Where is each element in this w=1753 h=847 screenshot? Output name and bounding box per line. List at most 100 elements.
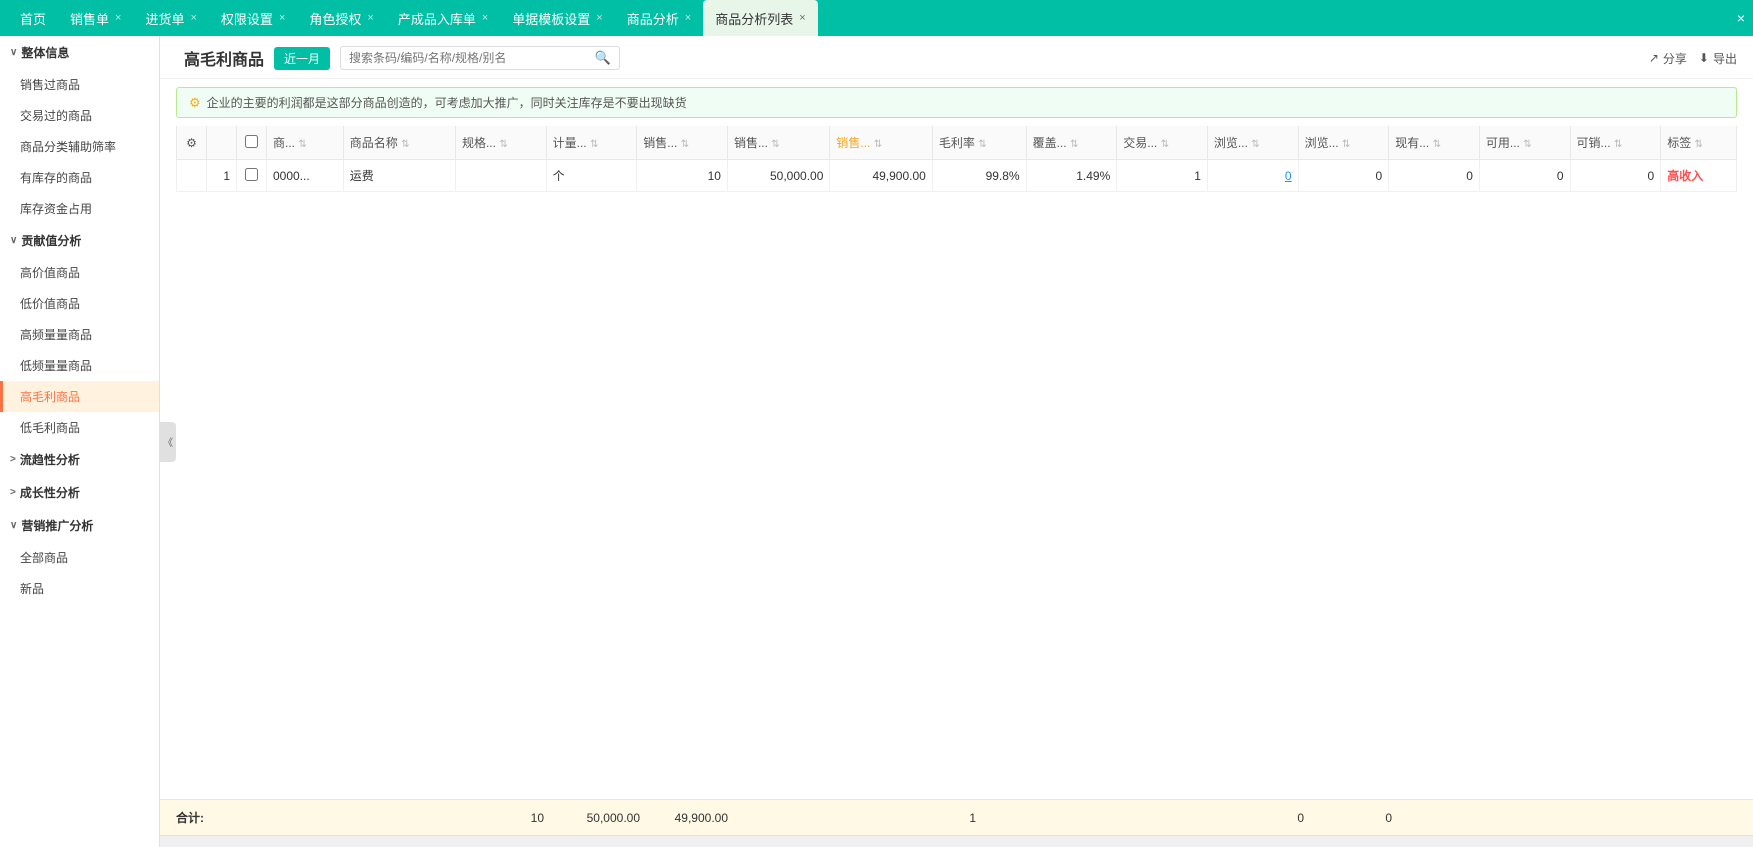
content-area: 《 高毛利商品 近一月 🔍 ↗ 分享 ⬇ 导出 ⚙ [160,36,1753,847]
sidebar-item-high-freq[interactable]: 高频量量商品 [0,319,159,350]
row-checkbox[interactable] [245,168,258,181]
col-browse1[interactable]: 浏览... ⇅ [1207,126,1298,160]
tab-products[interactable]: 产成品入库单 × [386,0,500,36]
col-code[interactable]: 商... ⇅ [267,126,344,160]
col-sales-amount[interactable]: 销售... ⇅ [727,126,829,160]
content-header: 高毛利商品 近一月 🔍 ↗ 分享 ⬇ 导出 [160,36,1753,79]
sidebar-item-new-goods[interactable]: 新品 [0,573,159,604]
close-all-tabs[interactable]: × [1737,10,1745,26]
col-unit[interactable]: 计量... ⇅ [546,126,637,160]
sidebar-item-low-value[interactable]: 低价值商品 [0,288,159,319]
sidebar-item-inventory-ratio[interactable]: 库存资金占用 [0,193,159,224]
sidebar-item-high-profit[interactable]: 高毛利商品 [0,381,159,412]
col-browse2[interactable]: 浏览... ⇅ [1298,126,1389,160]
sidebar-group-growth[interactable]: > 成长性分析 [0,476,159,509]
cell-saleable: 0 [1570,160,1661,192]
cell-current: 0 [1389,160,1480,192]
col-available[interactable]: 可用... ⇅ [1479,126,1570,160]
sidebar-item-inventory-goods[interactable]: 有库存的商品 [0,162,159,193]
footer-saleable: 0 [1312,811,1392,825]
tab-permissions[interactable]: 权限设置 × [209,0,297,36]
col-spec[interactable]: 规格... ⇅ [455,126,546,160]
tip-bar: ⚙ 企业的主要的利润都是这部分商品创造的，可考虑加大推广，同时关注库存是不要出现… [176,87,1737,118]
sidebar-item-all-goods[interactable]: 全部商品 [0,542,159,573]
cell-checkbox[interactable] [237,160,267,192]
close-tab-roles[interactable]: × [367,12,373,24]
arrow-overall: ∨ [10,47,17,58]
time-filter-button[interactable]: 近一月 [274,47,330,70]
cell-available: 0 [1479,160,1570,192]
select-all-checkbox[interactable] [245,135,258,148]
close-tab-products[interactable]: × [482,12,488,24]
search-icon[interactable]: 🔍 [595,50,611,66]
cell-coverage: 1.49% [1026,160,1117,192]
export-button[interactable]: ⬇ 导出 [1699,50,1737,67]
sidebar-collapse-button[interactable]: 《 [160,422,176,462]
col-settings[interactable]: ⚙ [177,126,207,160]
cell-sales-cost: 49,900.00 [830,160,932,192]
tab-roles[interactable]: 角色授权 × [297,0,385,36]
data-table-wrapper[interactable]: ⚙ 商... ⇅ 商品名称 ⇅ 规格... ⇅ 计量... ⇅ 销售... ⇅ … [176,126,1737,799]
arrow-financial: ∨ [10,235,17,246]
cell-browse2: 0 [1298,160,1389,192]
cell-sales-qty: 10 [637,160,728,192]
sidebar-group-financial[interactable]: ∨ 贡献值分析 [0,224,159,257]
search-input[interactable] [349,51,595,65]
sidebar-item-traded-goods[interactable]: 交易过的商品 [0,100,159,131]
col-coverage[interactable]: 覆盖... ⇅ [1026,126,1117,160]
close-tab-permissions[interactable]: × [279,12,285,24]
close-tab-analysis[interactable]: × [685,12,691,24]
search-box: 🔍 [340,46,620,70]
footer-sales-cost: 49,900.00 [648,811,728,825]
close-tab-analysis-list[interactable]: × [799,12,805,24]
col-sales-qty[interactable]: 销售... ⇅ [637,126,728,160]
tab-purchase[interactable]: 进货单 × [133,0,208,36]
sidebar-item-high-value[interactable]: 高价值商品 [0,257,159,288]
data-table: ⚙ 商... ⇅ 商品名称 ⇅ 规格... ⇅ 计量... ⇅ 销售... ⇅ … [176,126,1737,192]
cell-sales-amount: 50,000.00 [727,160,829,192]
table-header-row: ⚙ 商... ⇅ 商品名称 ⇅ 规格... ⇅ 计量... ⇅ 销售... ⇅ … [177,126,1737,160]
close-tab-sales[interactable]: × [115,12,121,24]
sidebar-group-marketing[interactable]: ∨ 营销推广分析 [0,509,159,542]
col-current[interactable]: 现有... ⇅ [1389,126,1480,160]
col-checkbox[interactable] [237,126,267,160]
cell-tag: 高收入 [1661,160,1737,192]
tab-templates[interactable]: 单据模板设置 × [500,0,614,36]
header-actions: ↗ 分享 ⬇ 导出 [1649,50,1737,67]
table-row: 1 0000... 运费 个 10 50,000.00 49,900.00 99… [177,160,1737,192]
tab-analysis[interactable]: 商品分析 × [615,0,703,36]
sidebar-item-low-profit[interactable]: 低毛利商品 [0,412,159,443]
sidebar-item-sales-goods[interactable]: 销售过商品 [0,69,159,100]
cell-spec [455,160,546,192]
col-gross-margin[interactable]: 毛利率 ⇅ [932,126,1026,160]
cell-rownum: 1 [207,160,237,192]
cell-code: 0000... [267,160,344,192]
col-saleable[interactable]: 可销... ⇅ [1570,126,1661,160]
cell-browse1[interactable]: 0 [1207,160,1298,192]
tab-home[interactable]: 首页 [8,0,58,36]
tab-sales[interactable]: 销售单 × [58,0,133,36]
col-transactions[interactable]: 交易... ⇅ [1117,126,1208,160]
col-sales-cost[interactable]: 销售... ⇅ [830,126,932,160]
top-nav: 首页 销售单 × 进货单 × 权限设置 × 角色授权 × 产成品入库单 × 单据… [0,0,1753,36]
tab-analysis-list[interactable]: 商品分析列表 × [703,0,817,36]
share-button[interactable]: ↗ 分享 [1649,50,1687,67]
cell-unit: 个 [546,160,637,192]
cell-gross-margin: 99.8% [932,160,1026,192]
sidebar-group-trend[interactable]: > 流趋性分析 [0,443,159,476]
footer-summary: 合计: 10 50,000.00 49,900.00 1 0 0 [160,799,1753,835]
footer-available: 0 [1224,811,1304,825]
sidebar-item-goods-analysis[interactable]: 商品分类辅助筛率 [0,131,159,162]
page-title: 高毛利商品 [184,46,264,70]
footer-sales-amount: 50,000.00 [560,811,640,825]
cell-transactions: 1 [1117,160,1208,192]
sidebar-item-low-freq[interactable]: 低频量量商品 [0,350,159,381]
close-tab-templates[interactable]: × [596,12,602,24]
horizontal-scrollbar[interactable] [160,835,1753,847]
col-tag[interactable]: 标签 ⇅ [1661,126,1737,160]
sidebar-group-overall[interactable]: ∨ 整体信息 [0,36,159,69]
close-tab-purchase[interactable]: × [190,12,196,24]
col-name[interactable]: 商品名称 ⇅ [343,126,455,160]
tip-icon: ⚙ [189,95,201,111]
main-container: ∨ 整体信息 销售过商品 交易过的商品 商品分类辅助筛率 有库存的商品 库存资金… [0,36,1753,847]
